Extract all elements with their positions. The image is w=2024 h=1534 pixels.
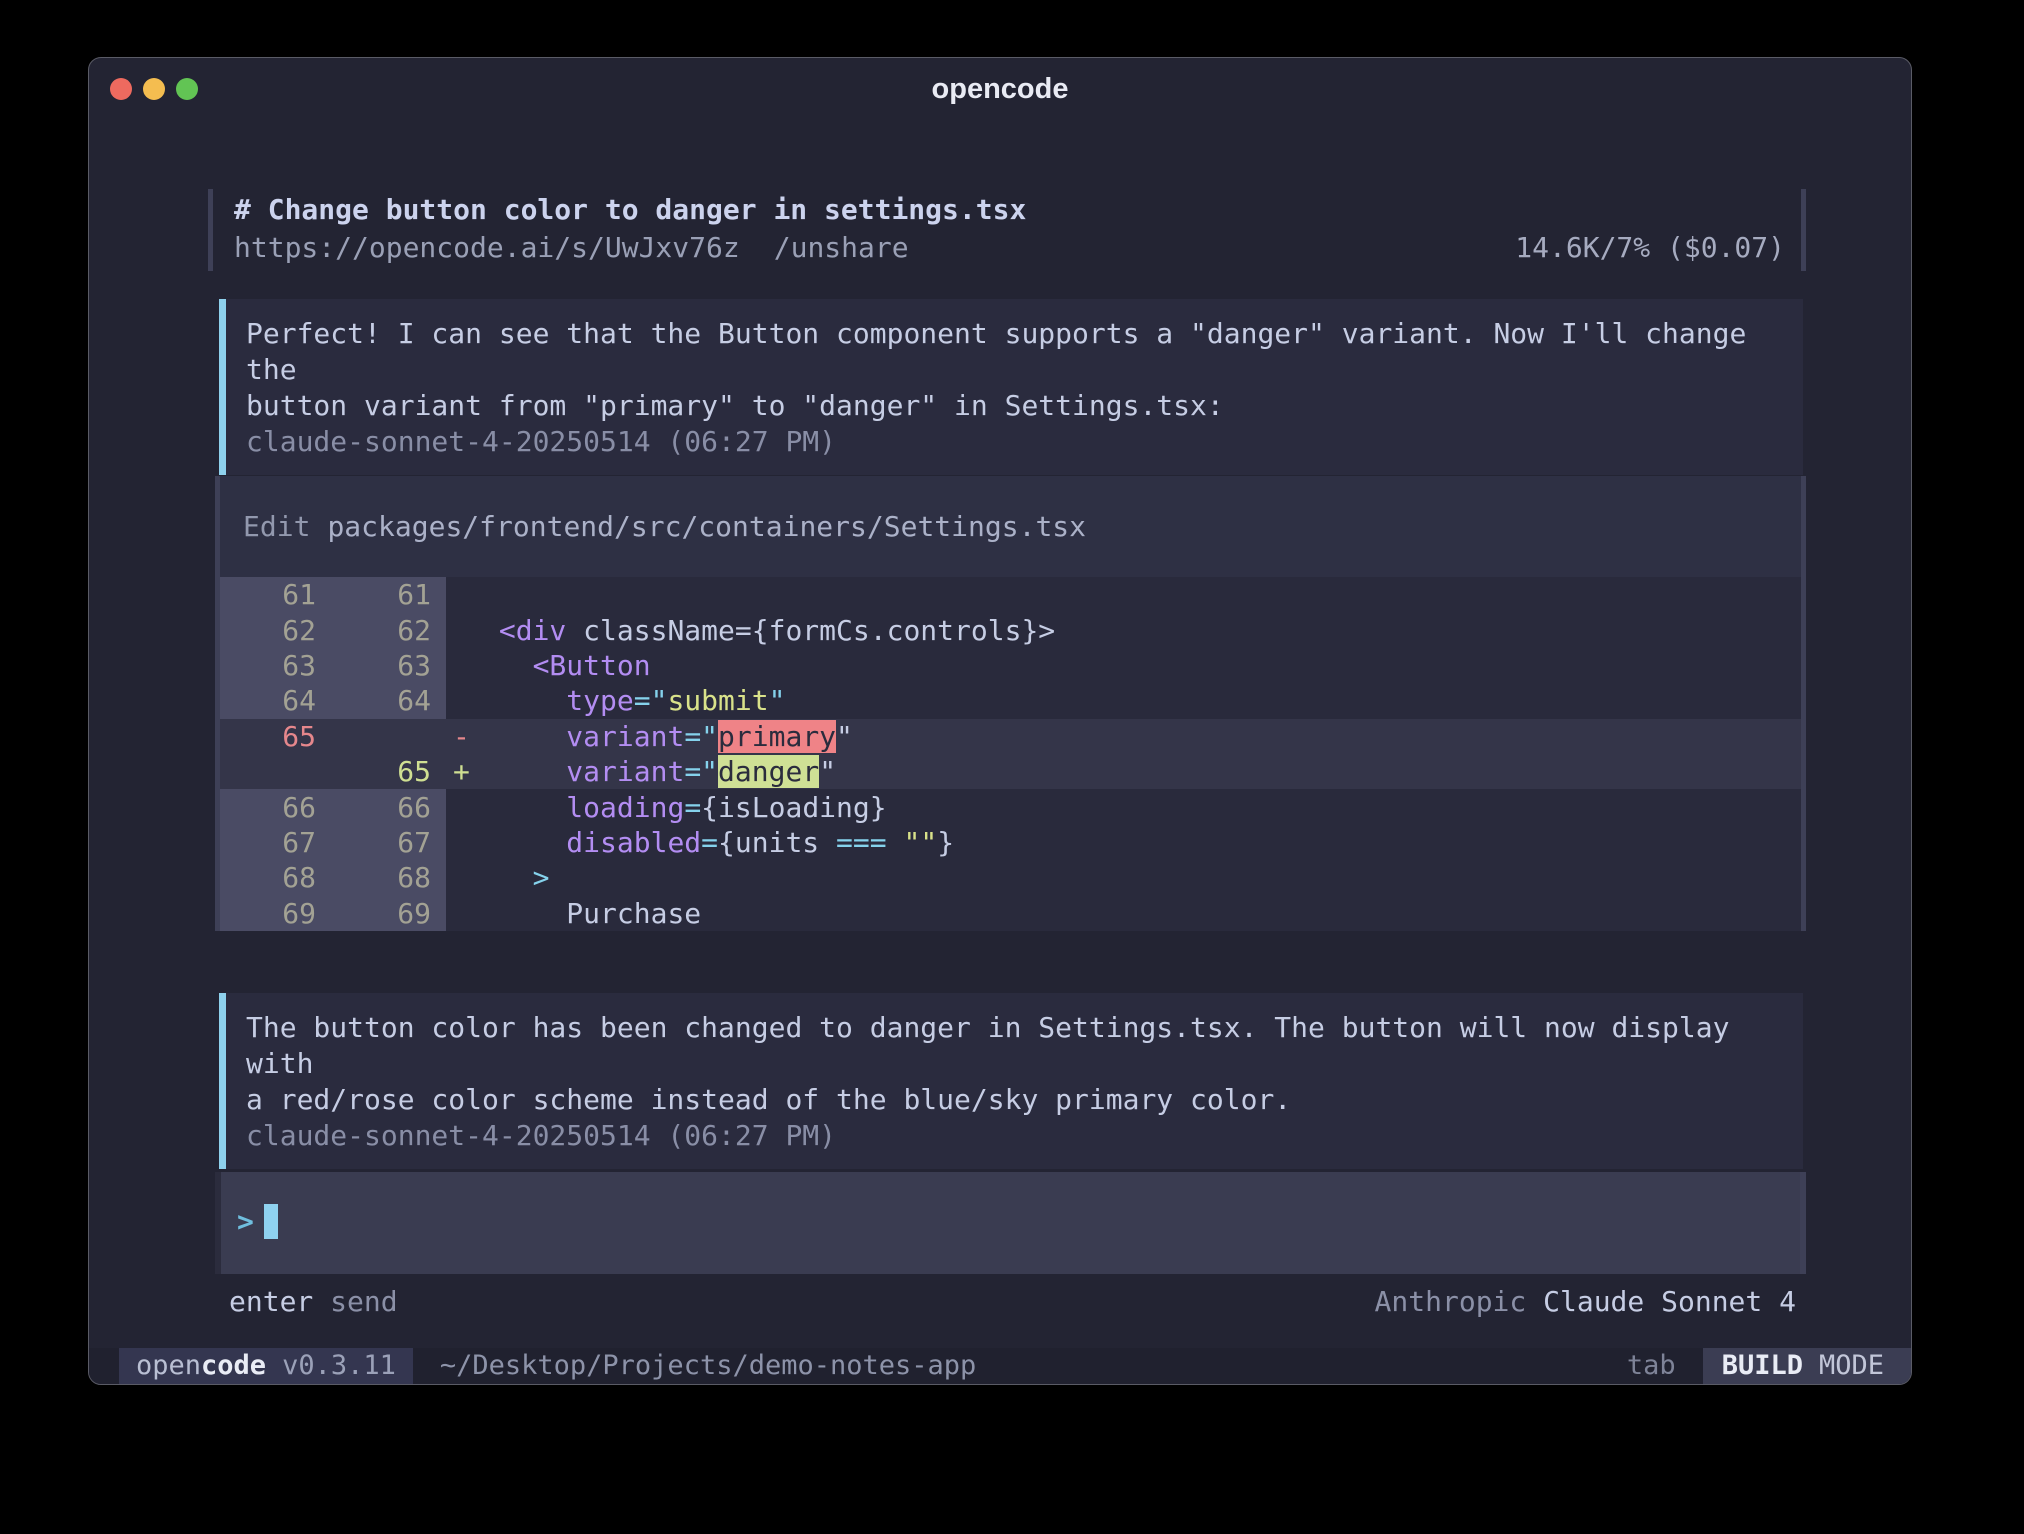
diff-code-line: >	[482, 861, 549, 894]
diff-code-line: type="submit"	[482, 684, 785, 717]
tool-header: Edit packages/frontend/src/containers/Se…	[220, 476, 1801, 577]
share-url[interactable]: https://opencode.ai/s/UwJxv76z	[234, 229, 740, 267]
border-bar-right	[1801, 476, 1806, 931]
session-title: # Change button color to danger in setti…	[234, 191, 1785, 229]
diff-table: 61616262 <div className={formCs.controls…	[220, 577, 1801, 931]
diff-code-line: <div className={formCs.controls}>	[482, 614, 1055, 647]
app-window: opencode # Change button color to danger…	[88, 57, 1912, 1385]
message-text: Perfect! I can see that the Button compo…	[246, 316, 1779, 424]
message-meta: claude-sonnet-4-20250514 (06:27 PM)	[246, 1118, 1779, 1154]
message-meta: claude-sonnet-4-20250514 (06:27 PM)	[246, 424, 1779, 460]
diff-row: 65- variant="primary"	[220, 719, 1801, 754]
diff-gutter: 6161	[220, 577, 446, 612]
mode-name: BUILD	[1722, 1348, 1803, 1384]
window-title: opencode	[89, 73, 1911, 106]
assistant-message: Perfect! I can see that the Button compo…	[219, 299, 1803, 475]
enter-hint-key: enter	[229, 1285, 313, 1318]
mode-chip: BUILD MODE	[1703, 1348, 1911, 1384]
chat-input[interactable]: >	[215, 1172, 1806, 1274]
status-bar: opencode v0.3.11 ~/Desktop/Projects/demo…	[89, 1348, 1911, 1384]
diff-row: 6868 >	[220, 860, 1801, 895]
mode-label: MODE	[1819, 1348, 1884, 1384]
diff-row: 6161	[220, 577, 1801, 612]
share-header: # Change button color to danger in setti…	[208, 189, 1806, 271]
tab-key-hint: tab	[1627, 1348, 1676, 1384]
model-provider: Anthropic	[1375, 1285, 1527, 1318]
tool-path: packages/frontend/src/containers/Setting…	[327, 510, 1086, 543]
text-cursor	[264, 1204, 278, 1239]
diff-gutter: 65	[220, 719, 446, 754]
diff-code-line: loading={isLoading}	[482, 791, 887, 824]
border-bar-right	[1801, 189, 1806, 271]
diff-gutter: 6464	[220, 683, 446, 718]
diff-code-line: disabled={units === ""}	[482, 826, 954, 859]
assistant-message: The button color has been changed to dan…	[219, 993, 1803, 1169]
diff-row: 6767 disabled={units === ""}	[220, 825, 1801, 860]
diff-gutter: 6969	[220, 896, 446, 931]
app-version-chip: opencode v0.3.11	[119, 1348, 413, 1384]
tool-call-edit: Edit packages/frontend/src/containers/Se…	[215, 476, 1806, 931]
diff-row: 6969 Purchase	[220, 896, 1801, 931]
diff-code-line: variant="danger"	[482, 755, 836, 788]
model-name: Claude Sonnet 4	[1543, 1285, 1796, 1318]
input-prompt: >	[237, 1204, 254, 1239]
diff-code-line: Purchase	[482, 897, 701, 930]
diff-code-line: variant="primary"	[482, 720, 853, 753]
diff-gutter: 6363	[220, 648, 446, 683]
helper-bar: enter send Anthropic Claude Sonnet 4	[229, 1284, 1796, 1320]
titlebar: opencode	[89, 58, 1911, 120]
unshare-command: /unshare	[774, 229, 909, 267]
diff-row: 6666 loading={isLoading}	[220, 789, 1801, 824]
app-name: open	[136, 1348, 201, 1384]
diff-gutter: 6666	[220, 789, 446, 824]
diff-code-line: <Button	[482, 649, 651, 682]
diff-gutter: 6868	[220, 860, 446, 895]
app-version: v0.3.11	[282, 1348, 396, 1384]
cwd-path: ~/Desktop/Projects/demo-notes-app	[440, 1348, 976, 1384]
diff-gutter: 6767	[220, 825, 446, 860]
diff-row: 6464 type="submit"	[220, 683, 1801, 718]
diff-row: 65+ variant="danger"	[220, 754, 1801, 789]
diff-row: 6363 <Button	[220, 648, 1801, 683]
diff-gutter: 6262	[220, 612, 446, 647]
diff-gutter: 65	[220, 754, 446, 789]
message-text: The button color has been changed to dan…	[246, 1010, 1779, 1118]
tool-action: Edit	[243, 510, 310, 543]
diff-row: 6262 <div className={formCs.controls}>	[220, 612, 1801, 647]
enter-hint-action: send	[330, 1285, 397, 1318]
token-stats: 14.6K/7% ($0.07)	[1515, 229, 1785, 267]
